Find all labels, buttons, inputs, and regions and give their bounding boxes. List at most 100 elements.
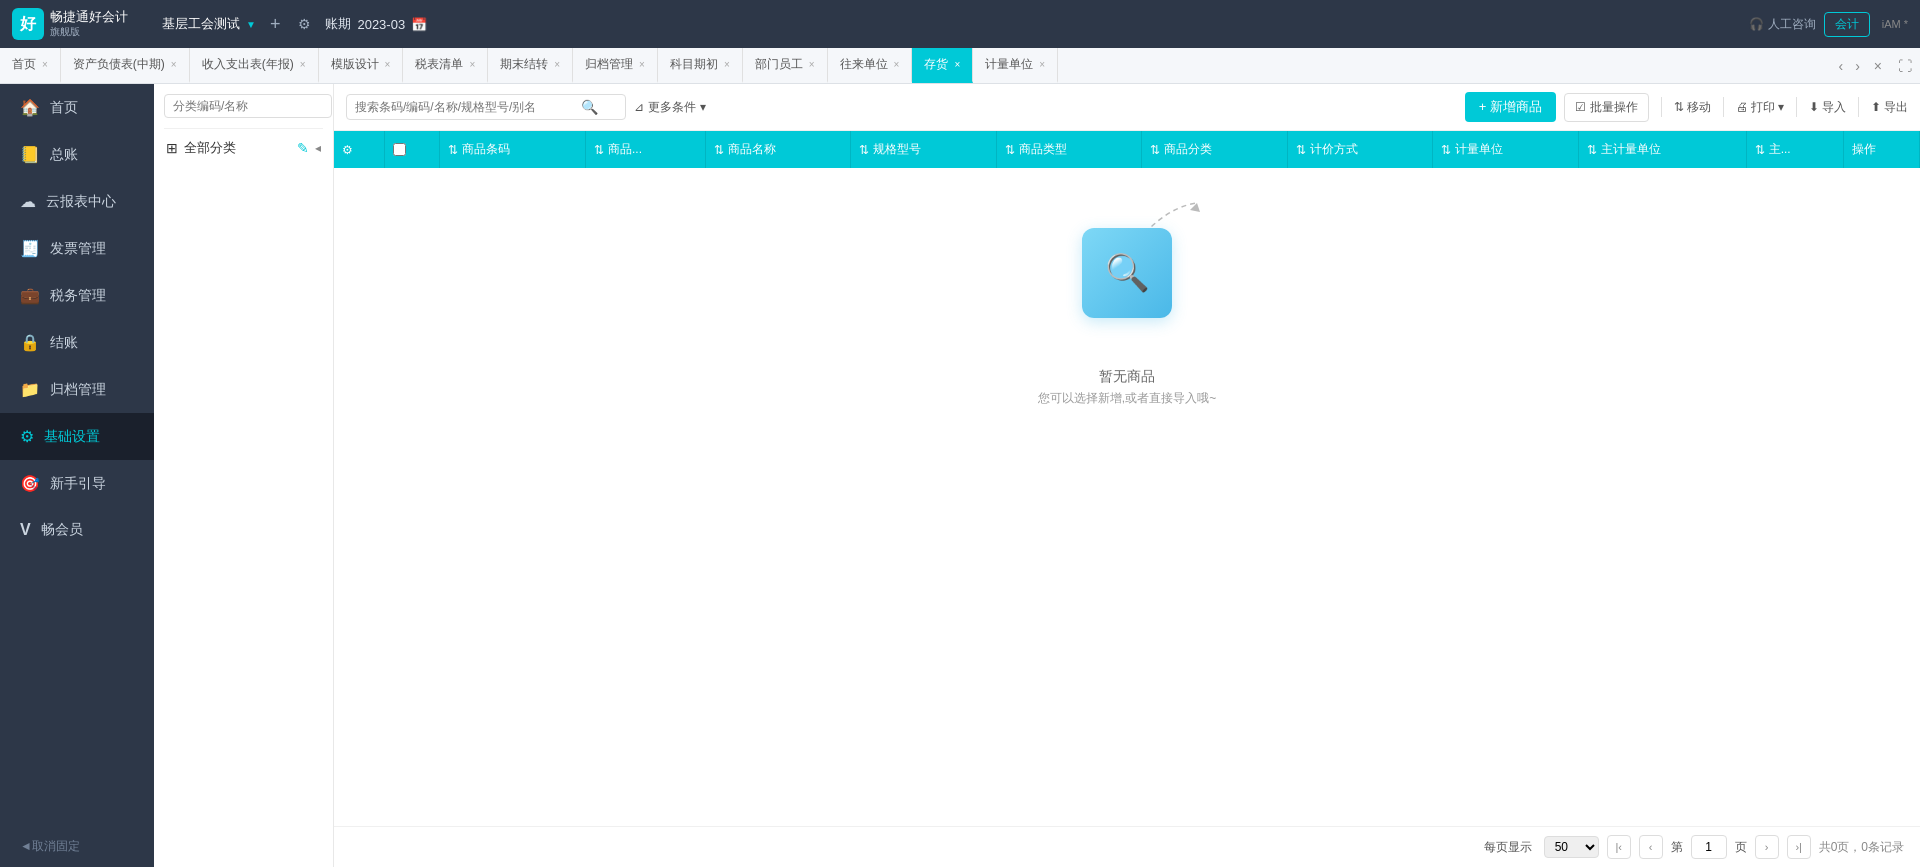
page-label: 页 — [1735, 839, 1747, 856]
sidebar-item-cloud[interactable]: ☁ 云报表中心 — [0, 178, 154, 225]
cloud-icon: ☁ — [20, 192, 36, 211]
th-main[interactable]: ⇅主... — [1746, 131, 1844, 168]
th-main-unit[interactable]: ⇅主计量单位 — [1579, 131, 1747, 168]
empty-desc: 您可以选择新增,或者直接导入哦~ — [1038, 390, 1216, 407]
product-search-input[interactable] — [355, 100, 575, 114]
category-collapse-icon[interactable]: ◂ — [315, 141, 321, 155]
import-button[interactable]: ⬇ 导入 — [1809, 99, 1846, 116]
sidebar-item-guide[interactable]: 🎯 新手引导 — [0, 460, 154, 507]
category-search-input[interactable] — [164, 94, 332, 118]
filter-button[interactable]: ⊿ 更多条件 ▾ — [634, 99, 706, 116]
product-search-icon[interactable]: 🔍 — [581, 99, 598, 115]
tab-period-end[interactable]: 期末结转 × — [488, 48, 573, 83]
th-spec[interactable]: ⇅规格型号 — [851, 131, 997, 168]
tab-dept-close[interactable]: × — [809, 59, 815, 70]
export-button[interactable]: ⬆ 导出 — [1871, 99, 1908, 116]
select-all-checkbox[interactable] — [393, 143, 406, 156]
category-edit-icon[interactable]: ✎ — [297, 140, 309, 156]
consult-button[interactable]: 🎧 人工咨询 — [1749, 16, 1816, 33]
company-selector[interactable]: 基层工会测试 ▼ — [162, 15, 256, 33]
sidebar-item-settings[interactable]: ⚙ 基础设置 — [0, 413, 154, 460]
import-label: 导入 — [1822, 99, 1846, 116]
kuaiji-button[interactable]: 会计 — [1824, 12, 1870, 37]
calendar-icon[interactable]: 📅 — [411, 17, 427, 32]
filter-label: 更多条件 — [648, 99, 696, 116]
cancel-fixed-button[interactable]: ◄取消固定 — [0, 826, 154, 867]
sidebar-archive-label: 归档管理 — [50, 381, 106, 399]
sidebar-item-invoice[interactable]: 🧾 发票管理 — [0, 225, 154, 272]
sidebar-item-tax[interactable]: 💼 税务管理 — [0, 272, 154, 319]
period-label: 账期 — [325, 15, 351, 33]
batch-button[interactable]: ☑ 批量操作 — [1564, 93, 1649, 122]
tab-subject[interactable]: 科目期初 × — [658, 48, 743, 83]
th-unit[interactable]: ⇅计量单位 — [1433, 131, 1579, 168]
tab-contacts[interactable]: 往来单位 × — [828, 48, 913, 83]
print-button[interactable]: 🖨 打印 ▾ — [1736, 99, 1784, 116]
sidebar-guide-label: 新手引导 — [50, 475, 106, 493]
tab-tax[interactable]: 税表清单 × — [403, 48, 488, 83]
tab-template[interactable]: 模版设计 × — [319, 48, 404, 83]
page-first-button[interactable]: |‹ — [1607, 835, 1631, 859]
sidebar-item-home[interactable]: 🏠 首页 — [0, 84, 154, 131]
tab-nav-buttons: ‹ › × ⛶ — [1832, 48, 1920, 83]
th-type[interactable]: ⇅商品类型 — [996, 131, 1142, 168]
tab-tax-close[interactable]: × — [469, 59, 475, 70]
tab-inventory-close[interactable]: × — [954, 59, 960, 70]
sidebar-item-member[interactable]: V 畅会员 — [0, 507, 154, 553]
tab-archive[interactable]: 归档管理 × — [573, 48, 658, 83]
header-actions: 🎧 人工咨询 会计 iAM * — [1749, 12, 1908, 37]
page-prev-button[interactable]: ‹ — [1639, 835, 1663, 859]
tab-contacts-close[interactable]: × — [894, 59, 900, 70]
th-code[interactable]: ⇅商品... — [585, 131, 705, 168]
filter-arrow-icon: ▾ — [700, 100, 706, 114]
sidebar-item-archive[interactable]: 📁 归档管理 — [0, 366, 154, 413]
th-name[interactable]: ⇅商品名称 — [705, 131, 851, 168]
move-button[interactable]: ⇅ 移动 — [1674, 99, 1711, 116]
th-category[interactable]: ⇅商品分类 — [1142, 131, 1288, 168]
tab-home[interactable]: 首页 × — [0, 48, 61, 83]
tab-template-close[interactable]: × — [385, 59, 391, 70]
th-checkbox[interactable] — [385, 131, 440, 168]
tab-unit-close[interactable]: × — [1039, 59, 1045, 70]
table-container[interactable]: ⚙ ⇅商品条码 ⇅商品... ⇅商品名称 ⇅规格型号 ⇅商品类型 ⇅商品分类 ⇅… — [334, 131, 1920, 826]
page-size-select[interactable]: 50 10 20 100 — [1544, 836, 1599, 858]
tab-income-close[interactable]: × — [300, 59, 306, 70]
export-label: 导出 — [1884, 99, 1908, 116]
tab-income[interactable]: 收入支出表(年报) × — [190, 48, 319, 83]
tab-subject-close[interactable]: × — [724, 59, 730, 70]
tab-dept[interactable]: 部门员工 × — [743, 48, 828, 83]
sidebar: 🏠 首页 📒 总账 ☁ 云报表中心 🧾 发票管理 💼 税务管理 🔒 结账 📁 归… — [0, 84, 154, 867]
page-next-button[interactable]: › — [1755, 835, 1779, 859]
tab-home-close[interactable]: × — [42, 59, 48, 70]
tab-expand[interactable]: ⛶ — [1890, 58, 1920, 74]
settings-button[interactable]: ⚙ — [294, 16, 315, 32]
tab-period-close[interactable]: × — [554, 59, 560, 70]
th-settings[interactable]: ⚙ — [334, 131, 385, 168]
tab-home-label: 首页 — [12, 56, 36, 73]
th-barcode[interactable]: ⇅商品条码 — [440, 131, 586, 168]
page-jump-label: 第 — [1671, 839, 1683, 856]
tax-icon: 💼 — [20, 286, 40, 305]
tab-archive-close[interactable]: × — [639, 59, 645, 70]
tab-unit[interactable]: 计量单位 × — [973, 48, 1058, 83]
sort-name-icon: ⇅ — [714, 143, 724, 157]
tab-balance-close[interactable]: × — [171, 59, 177, 70]
add-tab-button[interactable]: + — [266, 14, 285, 35]
grid-icon: ⊞ — [166, 140, 178, 156]
category-all-item[interactable]: ⊞ 全部分类 ✎ ◂ — [154, 129, 333, 167]
th-price-method[interactable]: ⇅计价方式 — [1287, 131, 1433, 168]
add-product-button[interactable]: + 新增商品 — [1465, 92, 1556, 122]
page-number-input[interactable] — [1691, 835, 1727, 859]
tab-inventory[interactable]: 存货 × — [912, 48, 973, 83]
page-size-label: 每页显示 — [1484, 839, 1532, 856]
print-arrow-icon: ▾ — [1778, 100, 1784, 114]
tab-balance-sheet[interactable]: 资产负债表(中期) × — [61, 48, 190, 83]
sidebar-home-label: 首页 — [50, 99, 78, 117]
page-last-button[interactable]: ›| — [1787, 835, 1811, 859]
sidebar-item-ledger[interactable]: 📒 总账 — [0, 131, 154, 178]
empty-state: 暂无商品 您可以选择新增,或者直接导入哦~ — [334, 168, 1920, 467]
tab-scroll-right[interactable]: › — [1849, 58, 1866, 74]
tab-scroll-left[interactable]: ‹ — [1832, 58, 1849, 74]
tab-close-all[interactable]: × — [1866, 58, 1890, 74]
sidebar-item-close[interactable]: 🔒 结账 — [0, 319, 154, 366]
